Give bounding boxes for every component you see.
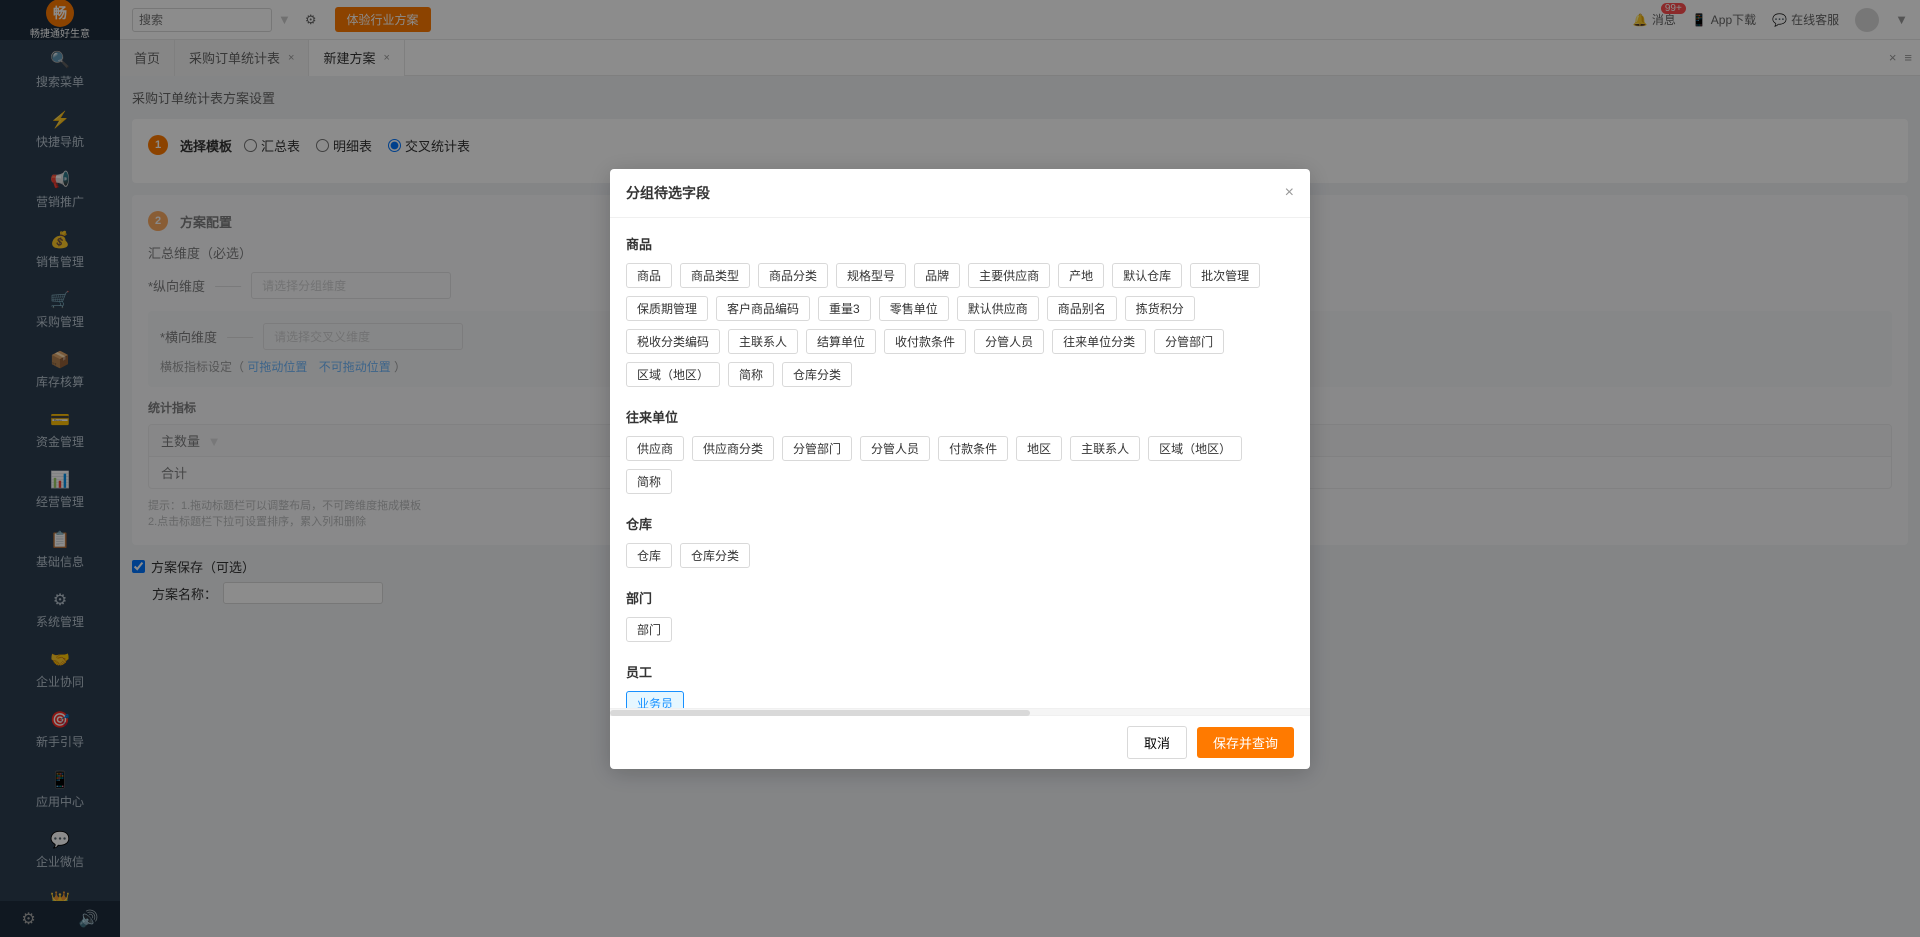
field-tag[interactable]: 付款条件: [938, 436, 1008, 461]
section-employee-title: 员工: [626, 662, 1294, 681]
field-tag[interactable]: 主要供应商: [968, 263, 1050, 288]
field-tag[interactable]: 零售单位: [879, 296, 949, 321]
field-tag-staff[interactable]: 业务员: [626, 691, 684, 709]
field-tag[interactable]: 保质期管理: [626, 296, 708, 321]
section-employee-tags: 业务员: [626, 691, 1294, 709]
field-tag[interactable]: 商品: [626, 263, 672, 288]
field-tag[interactable]: 主联系人: [1070, 436, 1140, 461]
save-query-button[interactable]: 保存并查询: [1197, 727, 1294, 758]
field-tag[interactable]: 品牌: [914, 263, 960, 288]
field-selection-modal: 分组待选字段 × 商品 商品 商品类型 商品分类 规格型号 品牌 主要供应商 产…: [610, 169, 1310, 769]
cancel-button[interactable]: 取消: [1127, 726, 1187, 759]
field-tag[interactable]: 简称: [728, 362, 774, 387]
section-employee: 员工 业务员: [626, 662, 1294, 709]
field-tag[interactable]: 仓库分类: [680, 543, 750, 568]
field-tag[interactable]: 部门: [626, 617, 672, 642]
section-warehouse-title: 仓库: [626, 514, 1294, 533]
section-department-tags: 部门: [626, 617, 1294, 642]
scrollbar-thumb: [610, 710, 1030, 716]
field-tag[interactable]: 商品别名: [1047, 296, 1117, 321]
modal-title: 分组待选字段: [626, 183, 710, 203]
section-partner: 往来单位 供应商 供应商分类 分管部门 分管人员 付款条件 地区 主联系人 区域…: [626, 407, 1294, 494]
field-tag[interactable]: 收付款条件: [884, 329, 966, 354]
field-tag[interactable]: 默认供应商: [957, 296, 1039, 321]
modal-close-btn[interactable]: ×: [1285, 184, 1294, 202]
modal-footer: 取消 保存并查询: [610, 715, 1310, 769]
modal-overlay: 分组待选字段 × 商品 商品 商品类型 商品分类 规格型号 品牌 主要供应商 产…: [0, 0, 1920, 937]
field-tag[interactable]: 结算单位: [806, 329, 876, 354]
section-commodity-title: 商品: [626, 234, 1294, 253]
field-tag[interactable]: 供应商分类: [692, 436, 774, 461]
horizontal-scrollbar[interactable]: [610, 708, 1310, 714]
field-tag[interactable]: 客户商品编码: [716, 296, 810, 321]
field-tag[interactable]: 批次管理: [1190, 263, 1260, 288]
field-tag[interactable]: 产地: [1058, 263, 1104, 288]
section-commodity-tags: 商品 商品类型 商品分类 规格型号 品牌 主要供应商 产地 默认仓库 批次管理 …: [626, 263, 1294, 387]
field-tag[interactable]: 分管人员: [974, 329, 1044, 354]
field-tag[interactable]: 分管部门: [1154, 329, 1224, 354]
field-tag[interactable]: 分管人员: [860, 436, 930, 461]
modal-body[interactable]: 商品 商品 商品类型 商品分类 规格型号 品牌 主要供应商 产地 默认仓库 批次…: [610, 218, 1310, 709]
field-tag[interactable]: 规格型号: [836, 263, 906, 288]
field-tag[interactable]: 重量3: [818, 296, 871, 321]
modal-header: 分组待选字段 ×: [610, 169, 1310, 218]
section-warehouse-tags: 仓库 仓库分类: [626, 543, 1294, 568]
field-tag[interactable]: 仓库分类: [782, 362, 852, 387]
field-tag[interactable]: 税收分类编码: [626, 329, 720, 354]
field-tag[interactable]: 区域（地区）: [626, 362, 720, 387]
section-partner-tags: 供应商 供应商分类 分管部门 分管人员 付款条件 地区 主联系人 区域（地区） …: [626, 436, 1294, 494]
field-tag[interactable]: 商品类型: [680, 263, 750, 288]
field-tag[interactable]: 地区: [1016, 436, 1062, 461]
field-tag[interactable]: 往来单位分类: [1052, 329, 1146, 354]
field-tag[interactable]: 主联系人: [728, 329, 798, 354]
section-department: 部门 部门: [626, 588, 1294, 642]
section-department-title: 部门: [626, 588, 1294, 607]
section-warehouse: 仓库 仓库 仓库分类: [626, 514, 1294, 568]
field-tag[interactable]: 简称: [626, 469, 672, 494]
section-commodity: 商品 商品 商品类型 商品分类 规格型号 品牌 主要供应商 产地 默认仓库 批次…: [626, 234, 1294, 387]
field-tag[interactable]: 区域（地区）: [1148, 436, 1242, 461]
field-tag[interactable]: 默认仓库: [1112, 263, 1182, 288]
field-tag[interactable]: 分管部门: [782, 436, 852, 461]
section-partner-title: 往来单位: [626, 407, 1294, 426]
field-tag[interactable]: 仓库: [626, 543, 672, 568]
field-tag[interactable]: 拣货积分: [1125, 296, 1195, 321]
field-tag[interactable]: 商品分类: [758, 263, 828, 288]
field-tag[interactable]: 供应商: [626, 436, 684, 461]
